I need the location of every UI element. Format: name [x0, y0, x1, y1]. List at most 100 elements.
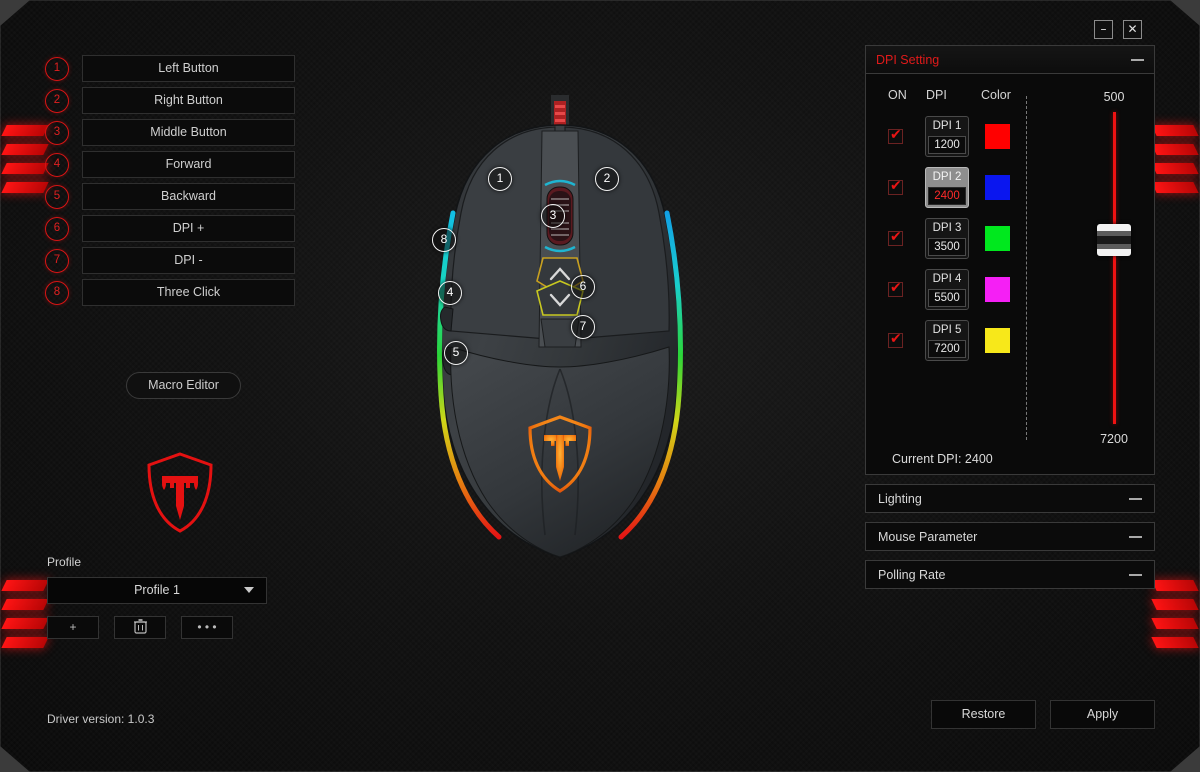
- decor-slashes-bottom-right: [1151, 580, 1199, 676]
- button-row: 3 Middle Button: [45, 119, 295, 146]
- apply-button[interactable]: Apply: [1050, 700, 1155, 729]
- profile-section: Profile Profile 1 + • • •: [47, 555, 267, 639]
- dpi-2-enable-checkbox[interactable]: [888, 178, 903, 195]
- button-number-badge: 4: [45, 152, 69, 177]
- button-assign-forward[interactable]: Forward: [82, 151, 295, 178]
- dpi-slider-handle[interactable]: [1097, 223, 1131, 256]
- dpi-slider-track[interactable]: [1112, 112, 1116, 424]
- button-assign-left-button[interactable]: Left Button: [82, 55, 295, 82]
- more-profile-options-button[interactable]: • • •: [181, 616, 233, 639]
- minimize-button[interactable]: –: [1094, 20, 1113, 39]
- current-dpi-label: Current DPI: 2400: [892, 452, 993, 466]
- button-assign-three-click[interactable]: Three Click: [82, 279, 295, 306]
- dpi-4-label: DPI 4: [932, 273, 962, 285]
- dpi-5-stage[interactable]: DPI 5 7200: [925, 320, 969, 361]
- dpi-setting-header: DPI Setting: [866, 46, 1154, 74]
- button-number-badge: 6: [45, 216, 69, 241]
- mouse-callout-4: 4: [438, 281, 462, 305]
- section-lighting[interactable]: Lighting: [865, 484, 1155, 513]
- button-row: 7 DPI -: [45, 247, 295, 274]
- button-row: 4 Forward: [45, 151, 295, 178]
- mouse-callout-8: 8: [432, 228, 456, 252]
- dpi-1-color-swatch[interactable]: [985, 124, 1010, 149]
- dpi-4-value[interactable]: 5500: [928, 289, 966, 307]
- app-window: – ✕ 1 Left Button 2 Right Button 3 Middl…: [0, 0, 1200, 772]
- dpi-1-value[interactable]: 1200: [928, 136, 966, 154]
- dpi-2-label: DPI 2: [932, 171, 962, 183]
- button-row: 6 DPI +: [45, 215, 295, 242]
- add-profile-button[interactable]: +: [47, 616, 99, 639]
- dpi-collapse-icon[interactable]: [1131, 58, 1144, 61]
- mouse-parameter-collapse-icon[interactable]: [1129, 535, 1142, 538]
- dpi-setting-title: DPI Setting: [876, 52, 940, 67]
- decor-slashes-top-right: [1151, 125, 1199, 221]
- dpi-3-label: DPI 3: [932, 222, 962, 234]
- button-number-badge: 2: [45, 88, 69, 113]
- dpi-4-enable-checkbox[interactable]: [888, 280, 903, 297]
- button-row: 8 Three Click: [45, 279, 295, 306]
- column-header-dpi: DPI: [926, 88, 947, 102]
- dpi-1-enable-checkbox[interactable]: [888, 127, 903, 144]
- footer-actions: Restore Apply: [931, 700, 1155, 729]
- close-button[interactable]: ✕: [1123, 20, 1142, 39]
- profile-select[interactable]: Profile 1: [47, 577, 267, 604]
- dpi-3-stage[interactable]: DPI 3 3500: [925, 218, 969, 259]
- section-polling-rate[interactable]: Polling Rate: [865, 560, 1155, 589]
- section-polling-rate-title: Polling Rate: [878, 567, 946, 582]
- mouse-callout-2: 2: [595, 167, 619, 191]
- dpi-2-color-swatch[interactable]: [985, 175, 1010, 200]
- delete-profile-button[interactable]: [114, 616, 166, 639]
- button-assign-dpi-up[interactable]: DPI +: [82, 215, 295, 242]
- button-number-badge: 8: [45, 280, 69, 305]
- dpi-setting-body: ON DPI Color DPI 1 1200 DPI 2: [866, 74, 1154, 474]
- dpi-2-stage[interactable]: DPI 2 2400: [925, 167, 969, 208]
- profile-actions: + • • •: [47, 616, 267, 639]
- dpi-3-enable-checkbox[interactable]: [888, 229, 903, 246]
- button-assign-backward[interactable]: Backward: [82, 183, 295, 210]
- dpi-4-stage[interactable]: DPI 4 5500: [925, 269, 969, 310]
- dpi-setting-card: DPI Setting ON DPI Color DPI 1 1200: [865, 45, 1155, 475]
- button-assign-dpi-down[interactable]: DPI -: [82, 247, 295, 274]
- dpi-3-value[interactable]: 3500: [928, 238, 966, 256]
- dpi-4-color-swatch[interactable]: [985, 277, 1010, 302]
- button-row: 1 Left Button: [45, 55, 295, 82]
- column-header-color: Color: [981, 88, 1011, 102]
- decor-slashes-top-left: [1, 125, 49, 221]
- shield-icon: [147, 452, 213, 533]
- panel-divider: [1026, 96, 1027, 440]
- button-number-badge: 3: [45, 120, 69, 145]
- mouse-illustration: 1 2 3 4 5 6 7 8: [395, 95, 725, 575]
- button-row: 5 Backward: [45, 183, 295, 210]
- button-assignment-list: 1 Left Button 2 Right Button 3 Middle Bu…: [45, 55, 295, 311]
- polling-rate-collapse-icon[interactable]: [1129, 573, 1142, 576]
- mouse-callout-1: 1: [488, 167, 512, 191]
- mouse-callout-3: 3: [541, 204, 565, 228]
- dpi-1-stage[interactable]: DPI 1 1200: [925, 116, 969, 157]
- dpi-3-color-swatch[interactable]: [985, 226, 1010, 251]
- section-mouse-parameter[interactable]: Mouse Parameter: [865, 522, 1155, 551]
- dpi-5-enable-checkbox[interactable]: [888, 331, 903, 348]
- button-assign-middle-button[interactable]: Middle Button: [82, 119, 295, 146]
- restore-button[interactable]: Restore: [931, 700, 1036, 729]
- dpi-5-value[interactable]: 7200: [928, 340, 966, 358]
- brand-shield-logo: [146, 452, 214, 539]
- profile-selected-value: Profile 1: [134, 583, 180, 597]
- button-number-badge: 7: [45, 248, 69, 273]
- button-assign-right-button[interactable]: Right Button: [82, 87, 295, 114]
- mouse-callout-6: 6: [571, 275, 595, 299]
- dpi-slider-min-label: 7200: [1100, 432, 1128, 446]
- dpi-slider[interactable]: 500 7200: [1071, 90, 1157, 446]
- mouse-graphic: [437, 95, 683, 558]
- decor-slashes-bottom-left: [1, 580, 49, 676]
- dpi-5-label: DPI 5: [932, 324, 962, 336]
- button-number-badge: 1: [45, 56, 69, 81]
- section-lighting-title: Lighting: [878, 491, 922, 506]
- dpi-5-color-swatch[interactable]: [985, 328, 1010, 353]
- lighting-collapse-icon[interactable]: [1129, 497, 1142, 500]
- settings-panel: DPI Setting ON DPI Color DPI 1 1200: [865, 45, 1155, 589]
- dpi-2-value[interactable]: 2400: [928, 187, 966, 205]
- chevron-down-icon: [244, 587, 254, 593]
- macro-editor-button[interactable]: Macro Editor: [126, 372, 241, 399]
- button-number-badge: 5: [45, 184, 69, 209]
- trash-icon: [133, 619, 147, 634]
